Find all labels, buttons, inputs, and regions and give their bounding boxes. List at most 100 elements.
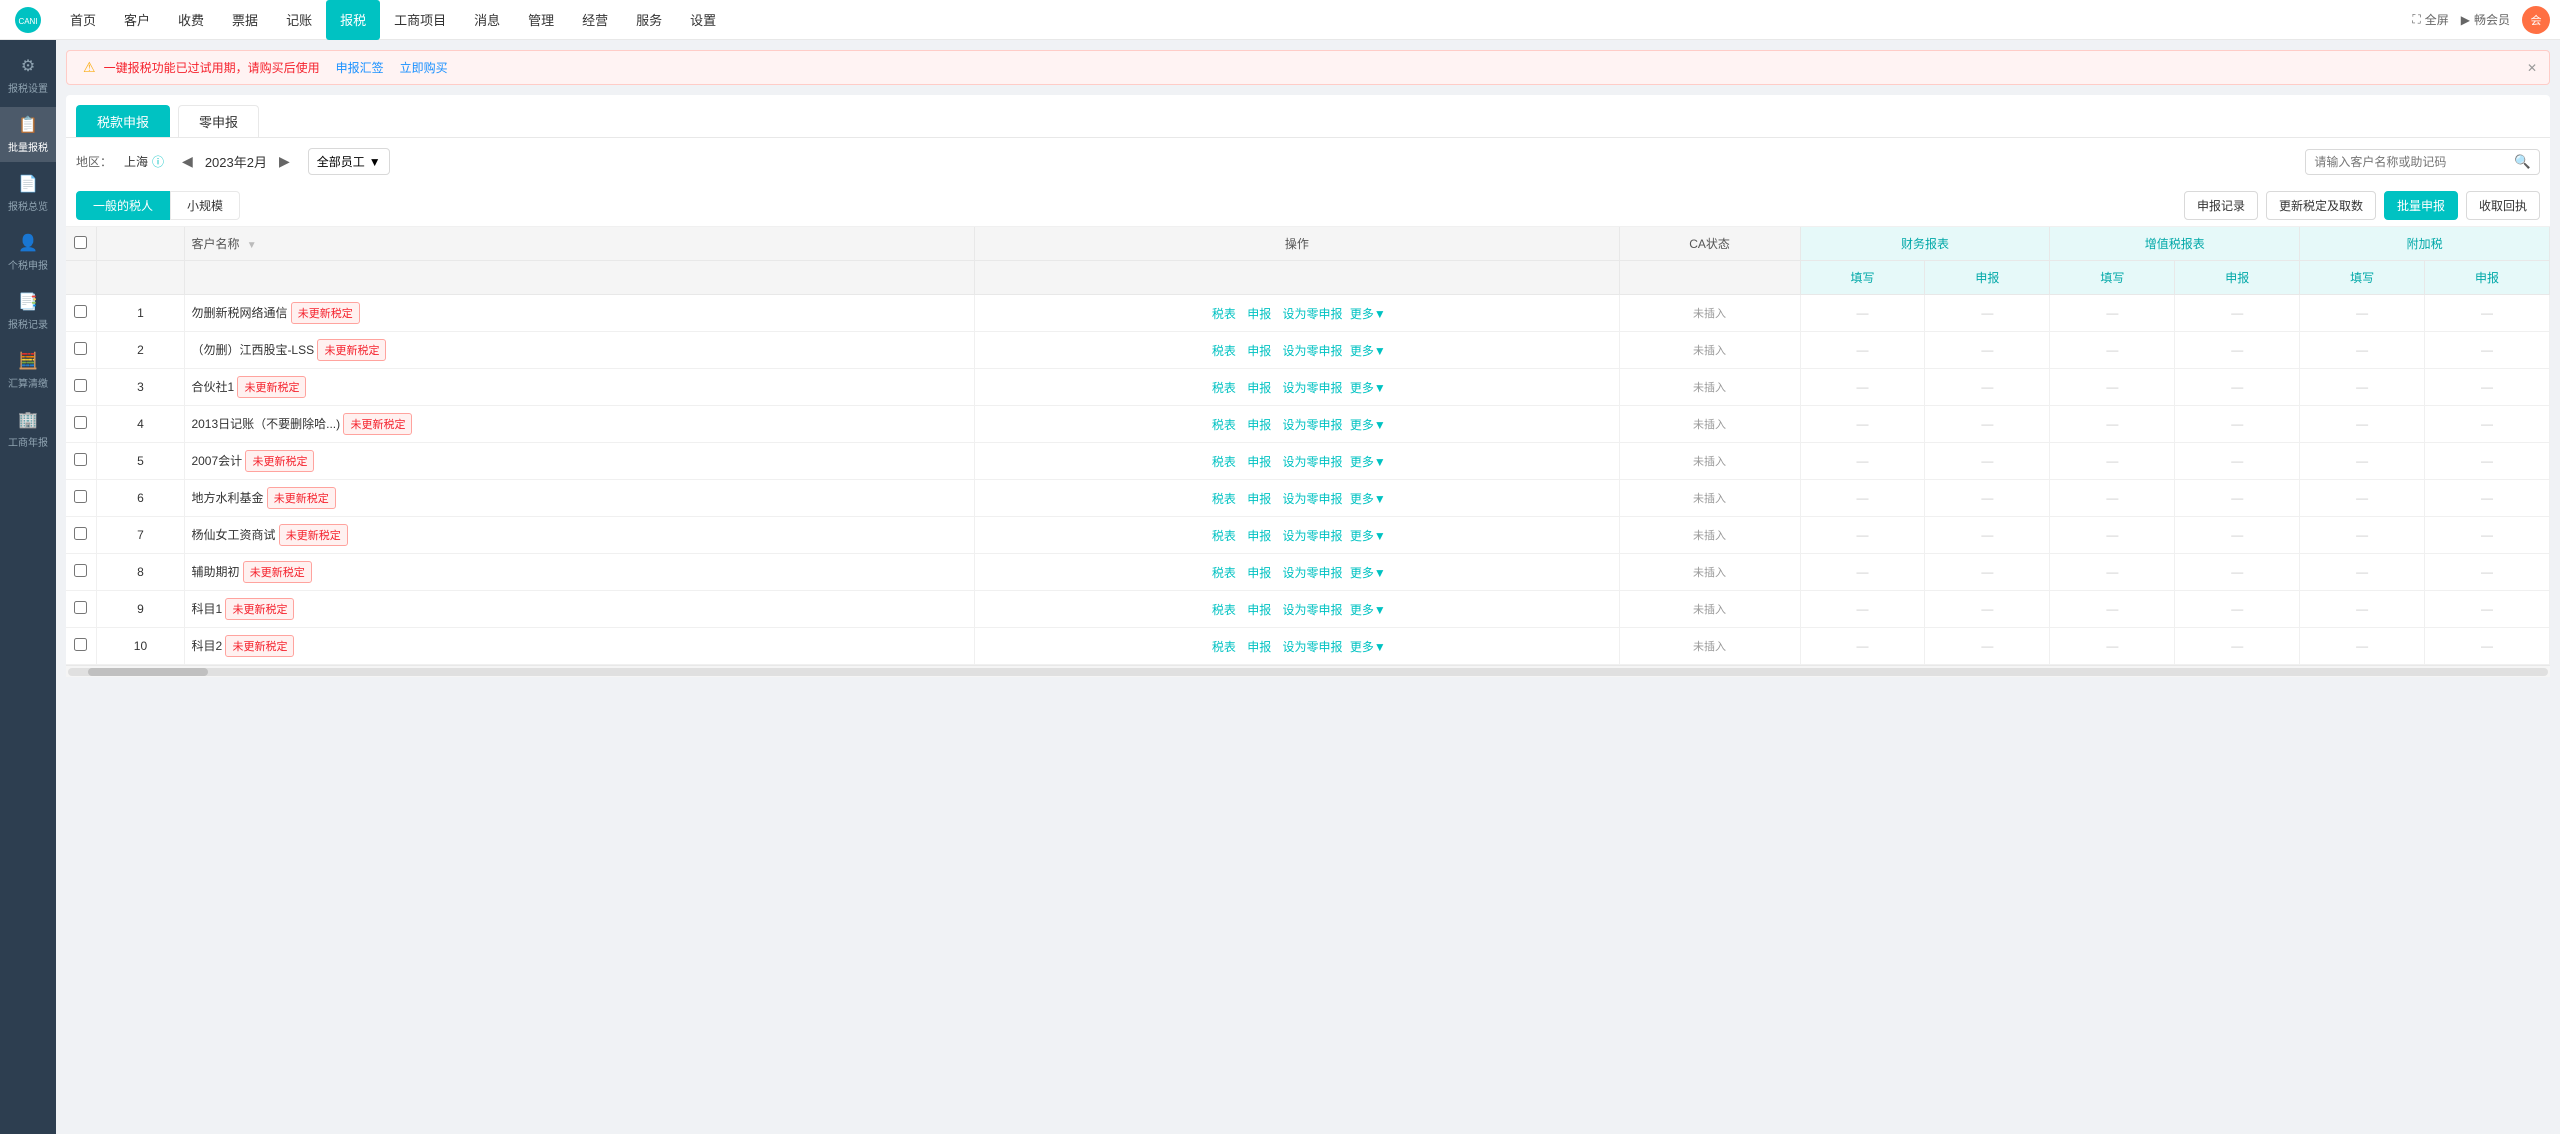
- row-checkbox[interactable]: [74, 305, 87, 318]
- op-tax-form[interactable]: 税表: [1212, 381, 1236, 395]
- op-declare[interactable]: 申报: [1247, 640, 1271, 654]
- scroll-thumb[interactable]: [88, 668, 208, 676]
- op-more[interactable]: 更多▼: [1350, 529, 1386, 543]
- tab-tax-declare[interactable]: 税款申报: [76, 105, 170, 137]
- op-tax-form[interactable]: 税表: [1212, 566, 1236, 580]
- nav-message[interactable]: 消息: [460, 0, 514, 40]
- nav-tax[interactable]: 报税: [326, 0, 380, 40]
- scroll-bar-area[interactable]: [66, 665, 2550, 677]
- sidebar-label-settlement: 汇算清缴: [8, 375, 48, 390]
- fullscreen-btn[interactable]: ⛶ 全屏: [2412, 11, 2448, 28]
- nav-invoice[interactable]: 票据: [218, 0, 272, 40]
- avatar[interactable]: 会: [2522, 6, 2550, 34]
- op-more[interactable]: 更多▼: [1350, 640, 1386, 654]
- sidebar-item-tax-record[interactable]: 📑 报税记录: [0, 284, 56, 339]
- op-tax-form[interactable]: 税表: [1212, 307, 1236, 321]
- row-checkbox[interactable]: [74, 564, 87, 577]
- op-set-zero[interactable]: 设为零申报: [1283, 455, 1343, 469]
- taxpayer-tab-general[interactable]: 一般的税人: [76, 191, 170, 220]
- nav-settings[interactable]: 设置: [676, 0, 730, 40]
- op-declare[interactable]: 申报: [1247, 529, 1271, 543]
- tab-zero-declare[interactable]: 零申报: [178, 105, 259, 137]
- search-input[interactable]: [2306, 151, 2506, 173]
- op-declare[interactable]: 申报: [1247, 566, 1271, 580]
- nav-bookkeeping[interactable]: 记账: [272, 0, 326, 40]
- row-checkbox[interactable]: [74, 601, 87, 614]
- row-checkbox[interactable]: [74, 342, 87, 355]
- row-checkbox[interactable]: [74, 638, 87, 651]
- row-checkbox[interactable]: [74, 416, 87, 429]
- op-tax-form[interactable]: 税表: [1212, 529, 1236, 543]
- banner-link-buy[interactable]: 立即购买: [400, 59, 448, 76]
- collect-receipt-btn[interactable]: 收取回执: [2466, 191, 2540, 220]
- op-more[interactable]: 更多▼: [1350, 603, 1386, 617]
- nav-client[interactable]: 客户: [110, 0, 164, 40]
- row-fill-2: —: [2050, 517, 2175, 554]
- op-more[interactable]: 更多▼: [1350, 455, 1386, 469]
- nav-business[interactable]: 工商项目: [380, 0, 460, 40]
- sidebar-item-personal-tax[interactable]: 👤 个税申报: [0, 225, 56, 280]
- op-more[interactable]: 更多▼: [1350, 492, 1386, 506]
- op-declare[interactable]: 申报: [1247, 455, 1271, 469]
- op-declare[interactable]: 申报: [1247, 418, 1271, 432]
- taxpayer-tab-small[interactable]: 小规模: [170, 191, 240, 220]
- op-more[interactable]: 更多▼: [1350, 381, 1386, 395]
- sidebar-item-tax-settings[interactable]: ⚙ 报税设置: [0, 48, 56, 103]
- op-more[interactable]: 更多▼: [1350, 418, 1386, 432]
- region-info-icon[interactable]: ⓘ: [152, 153, 164, 170]
- op-tax-form[interactable]: 税表: [1212, 603, 1236, 617]
- op-tax-form[interactable]: 税表: [1212, 455, 1236, 469]
- op-set-zero[interactable]: 设为零申报: [1283, 492, 1343, 506]
- op-declare[interactable]: 申报: [1247, 381, 1271, 395]
- next-date-btn[interactable]: ▶: [273, 151, 296, 172]
- nav-manage[interactable]: 管理: [514, 0, 568, 40]
- client-name: 勿删新税网络通信: [191, 306, 287, 320]
- personal-tax-icon: 👤: [18, 233, 38, 253]
- search-button[interactable]: 🔍: [2506, 150, 2539, 174]
- op-set-zero[interactable]: 设为零申报: [1283, 344, 1343, 358]
- nav-billing[interactable]: 收费: [164, 0, 218, 40]
- op-set-zero[interactable]: 设为零申报: [1283, 381, 1343, 395]
- row-checkbox[interactable]: [74, 379, 87, 392]
- nav-home[interactable]: 首页: [56, 0, 110, 40]
- op-set-zero[interactable]: 设为零申报: [1283, 603, 1343, 617]
- op-more[interactable]: 更多▼: [1350, 307, 1386, 321]
- op-more[interactable]: 更多▼: [1350, 566, 1386, 580]
- nav-service[interactable]: 服务: [622, 0, 676, 40]
- row-apply-3: —: [2425, 517, 2550, 554]
- op-tax-form[interactable]: 税表: [1212, 492, 1236, 506]
- op-declare[interactable]: 申报: [1247, 307, 1271, 321]
- scroll-track[interactable]: [68, 668, 2548, 676]
- batch-declare-btn[interactable]: 批量申报: [2384, 191, 2458, 220]
- warning-icon: ⚠: [83, 59, 96, 76]
- op-set-zero[interactable]: 设为零申报: [1283, 418, 1343, 432]
- sidebar-item-settlement[interactable]: 🧮 汇算清缴: [0, 343, 56, 398]
- row-checkbox[interactable]: [74, 453, 87, 466]
- op-declare[interactable]: 申报: [1247, 603, 1271, 617]
- sidebar-item-tax-overview[interactable]: 📄 报税总览: [0, 166, 56, 221]
- op-declare[interactable]: 申报: [1247, 492, 1271, 506]
- banner-link-declare[interactable]: 申报汇签: [336, 59, 384, 76]
- declare-record-btn[interactable]: 申报记录: [2184, 191, 2258, 220]
- staff-select[interactable]: 全部员工 ▼: [308, 148, 390, 175]
- op-set-zero[interactable]: 设为零申报: [1283, 529, 1343, 543]
- op-set-zero[interactable]: 设为零申报: [1283, 566, 1343, 580]
- row-checkbox[interactable]: [74, 490, 87, 503]
- select-all-checkbox[interactable]: [74, 236, 87, 249]
- op-set-zero[interactable]: 设为零申报: [1283, 640, 1343, 654]
- op-tax-form[interactable]: 税表: [1212, 418, 1236, 432]
- close-icon[interactable]: ✕: [2527, 61, 2537, 75]
- member-btn[interactable]: ▶ 畅会员: [2461, 11, 2510, 28]
- op-set-zero[interactable]: 设为零申报: [1283, 307, 1343, 321]
- op-declare[interactable]: 申报: [1247, 344, 1271, 358]
- sidebar-item-batch-tax[interactable]: 📋 批量报税: [0, 107, 56, 162]
- op-more[interactable]: 更多▼: [1350, 344, 1386, 358]
- nav-operation[interactable]: 经营: [568, 0, 622, 40]
- update-tax-btn[interactable]: 更新税定及取数: [2266, 191, 2376, 220]
- op-tax-form[interactable]: 税表: [1212, 640, 1236, 654]
- op-tax-form[interactable]: 税表: [1212, 344, 1236, 358]
- row-checkbox[interactable]: [74, 527, 87, 540]
- prev-date-btn[interactable]: ◀: [176, 151, 199, 172]
- sidebar-item-annual-report[interactable]: 🏢 工商年报: [0, 402, 56, 457]
- row-operations: 税表 申报 设为零申报 更多▼: [975, 480, 1619, 517]
